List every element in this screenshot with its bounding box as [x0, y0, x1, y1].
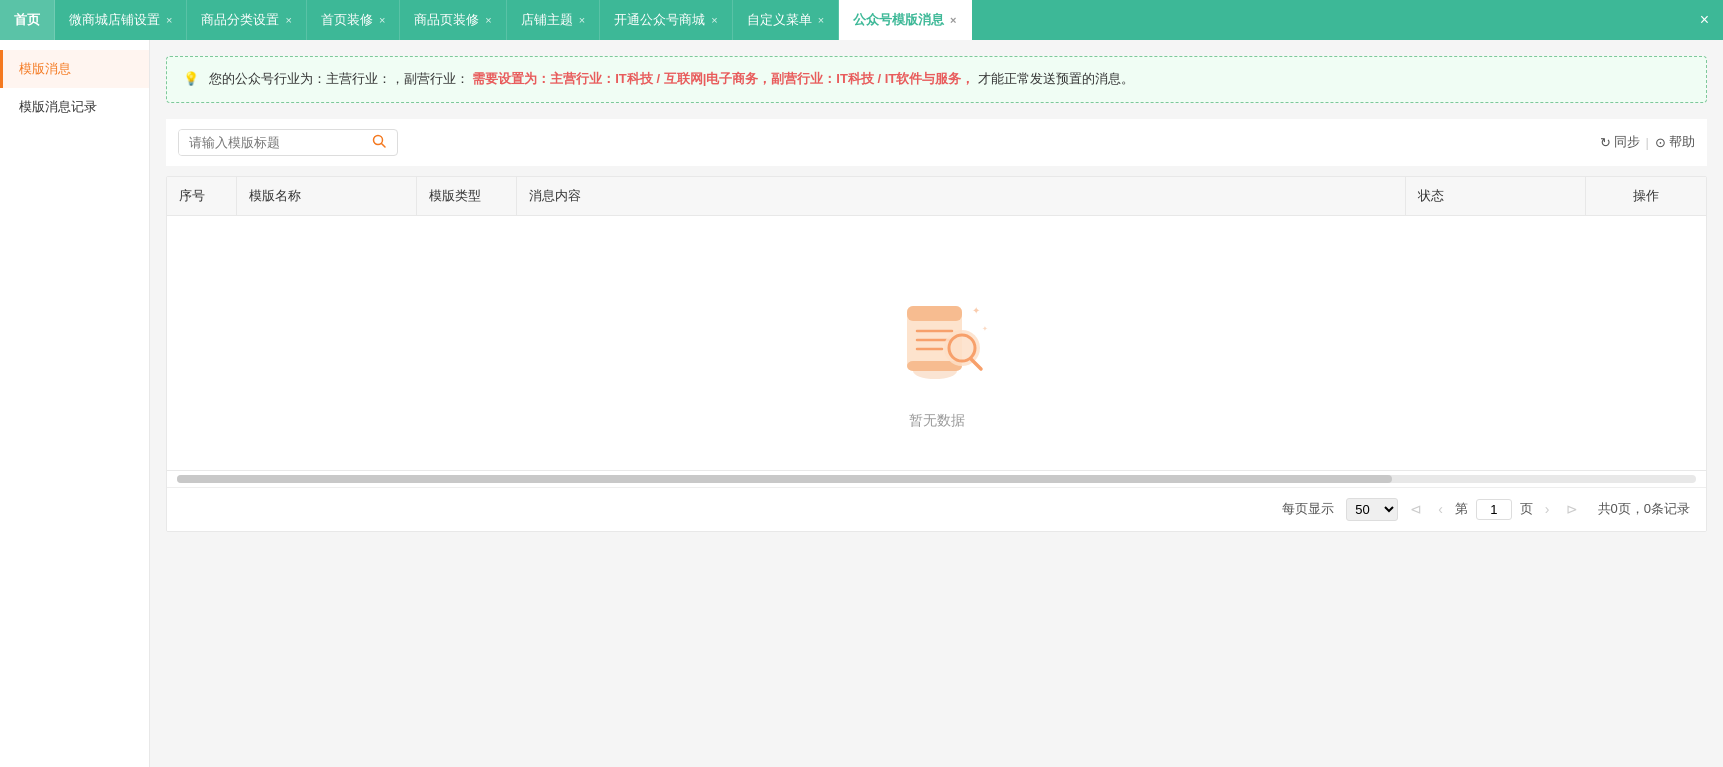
search-icon — [372, 134, 386, 148]
nav-tab-store-settings[interactable]: 微商城店铺设置 × — [55, 0, 187, 40]
page-unit: 页 — [1520, 500, 1533, 518]
nav-tab-custom-menu[interactable]: 自定义菜单 × — [733, 0, 839, 40]
empty-svg: ✦ ✦ — [877, 276, 997, 396]
notice-box: 💡 您的公众号行业为：主营行业：，副营行业： 需要设置为：主营行业：IT科技 /… — [166, 56, 1707, 103]
svg-line-11 — [971, 359, 981, 369]
scrollbar-track — [177, 475, 1696, 483]
close-tab-4-icon[interactable]: × — [485, 14, 491, 26]
lightbulb-icon: 💡 — [183, 71, 199, 86]
nav-tab-home-decor[interactable]: 首页装修 × — [307, 0, 400, 40]
top-nav: 首页 微商城店铺设置 × 商品分类设置 × 首页装修 × 商品页装修 × 店铺主… — [0, 0, 1723, 40]
col-header-no: 序号 — [167, 177, 237, 215]
page-size-label: 每页显示 — [1282, 500, 1334, 518]
svg-text:✦: ✦ — [972, 305, 980, 316]
svg-line-1 — [382, 143, 386, 147]
nav-tab-open-mall[interactable]: 开通公众号商城 × — [600, 0, 732, 40]
col-header-type: 模版类型 — [417, 177, 517, 215]
nav-tab-store-theme[interactable]: 店铺主题 × — [507, 0, 600, 40]
notice-text-prefix: 您的公众号行业为：主营行业：，副营行业： — [209, 71, 469, 86]
close-tab-8-icon[interactable]: × — [950, 14, 956, 26]
table-header: 序号 模版名称 模版类型 消息内容 状态 操作 — [167, 177, 1706, 216]
prev-page-button[interactable]: ‹ — [1434, 499, 1447, 519]
help-button[interactable]: ⊙ 帮助 — [1655, 133, 1695, 151]
toolbar: ↻ 同步 | ⊙ 帮助 — [166, 119, 1707, 166]
page-size-select[interactable]: 50 10 20 100 — [1346, 498, 1398, 521]
empty-state: ✦ ✦ 暂无数据 — [167, 216, 1706, 470]
toolbar-right: ↻ 同步 | ⊙ 帮助 — [1600, 133, 1695, 151]
col-header-name: 模版名称 — [237, 177, 417, 215]
close-all-button[interactable]: × — [1686, 0, 1723, 40]
close-tab-1-icon[interactable]: × — [166, 14, 172, 26]
sync-button[interactable]: ↻ 同步 — [1600, 133, 1640, 151]
nav-tab-product-decor[interactable]: 商品页装修 × — [400, 0, 506, 40]
empty-text: 暂无数据 — [909, 412, 965, 430]
pagination: 每页显示 50 10 20 100 ⊲ ‹ 第 页 › ⊳ 共0页，0条记录 — [167, 487, 1706, 531]
search-wrap — [178, 129, 398, 156]
close-tab-7-icon[interactable]: × — [818, 14, 824, 26]
col-header-content: 消息内容 — [517, 177, 1406, 215]
svg-text:✦: ✦ — [982, 325, 988, 332]
page-label: 第 — [1455, 500, 1468, 518]
toolbar-divider: | — [1646, 135, 1649, 150]
nav-tab-home[interactable]: 首页 — [0, 0, 55, 40]
sidebar-item-template-msg[interactable]: 模版消息 — [0, 50, 149, 88]
question-icon: ⊙ — [1655, 135, 1666, 150]
empty-illustration: ✦ ✦ — [877, 276, 997, 396]
col-header-action: 操作 — [1586, 177, 1706, 215]
close-tab-5-icon[interactable]: × — [579, 14, 585, 26]
notice-text-highlight: 需要设置为：主营行业：IT科技 / 互联网|电子商务，副营行业：IT科技 / I… — [472, 71, 974, 86]
col-header-status: 状态 — [1406, 177, 1586, 215]
search-button[interactable] — [364, 134, 394, 151]
last-page-button[interactable]: ⊳ — [1562, 499, 1582, 519]
search-input[interactable] — [179, 130, 364, 155]
notice-text-suffix: 才能正常发送预置的消息。 — [978, 71, 1134, 86]
first-page-button[interactable]: ⊲ — [1406, 499, 1426, 519]
sidebar-item-template-log[interactable]: 模版消息记录 — [0, 88, 149, 126]
close-tab-6-icon[interactable]: × — [711, 14, 717, 26]
refresh-icon: ↻ — [1600, 135, 1611, 150]
page-number-input[interactable] — [1476, 499, 1512, 520]
next-page-button[interactable]: › — [1541, 499, 1554, 519]
nav-tab-template-msg[interactable]: 公众号模版消息 × — [839, 0, 971, 40]
sidebar: 模版消息 模版消息记录 — [0, 40, 150, 767]
nav-tab-category-settings[interactable]: 商品分类设置 × — [187, 0, 306, 40]
data-table: 序号 模版名称 模版类型 消息内容 状态 操作 — [166, 176, 1707, 532]
main-content: 💡 您的公众号行业为：主营行业：，副营行业： 需要设置为：主营行业：IT科技 /… — [150, 40, 1723, 767]
svg-rect-4 — [907, 306, 962, 321]
scrollbar-thumb — [177, 475, 1392, 483]
close-tab-3-icon[interactable]: × — [379, 14, 385, 26]
total-info: 共0页，0条记录 — [1598, 500, 1690, 518]
horizontal-scrollbar[interactable] — [167, 470, 1706, 487]
main-layout: 模版消息 模版消息记录 💡 您的公众号行业为：主营行业：，副营行业： 需要设置为… — [0, 40, 1723, 767]
close-tab-2-icon[interactable]: × — [285, 14, 291, 26]
